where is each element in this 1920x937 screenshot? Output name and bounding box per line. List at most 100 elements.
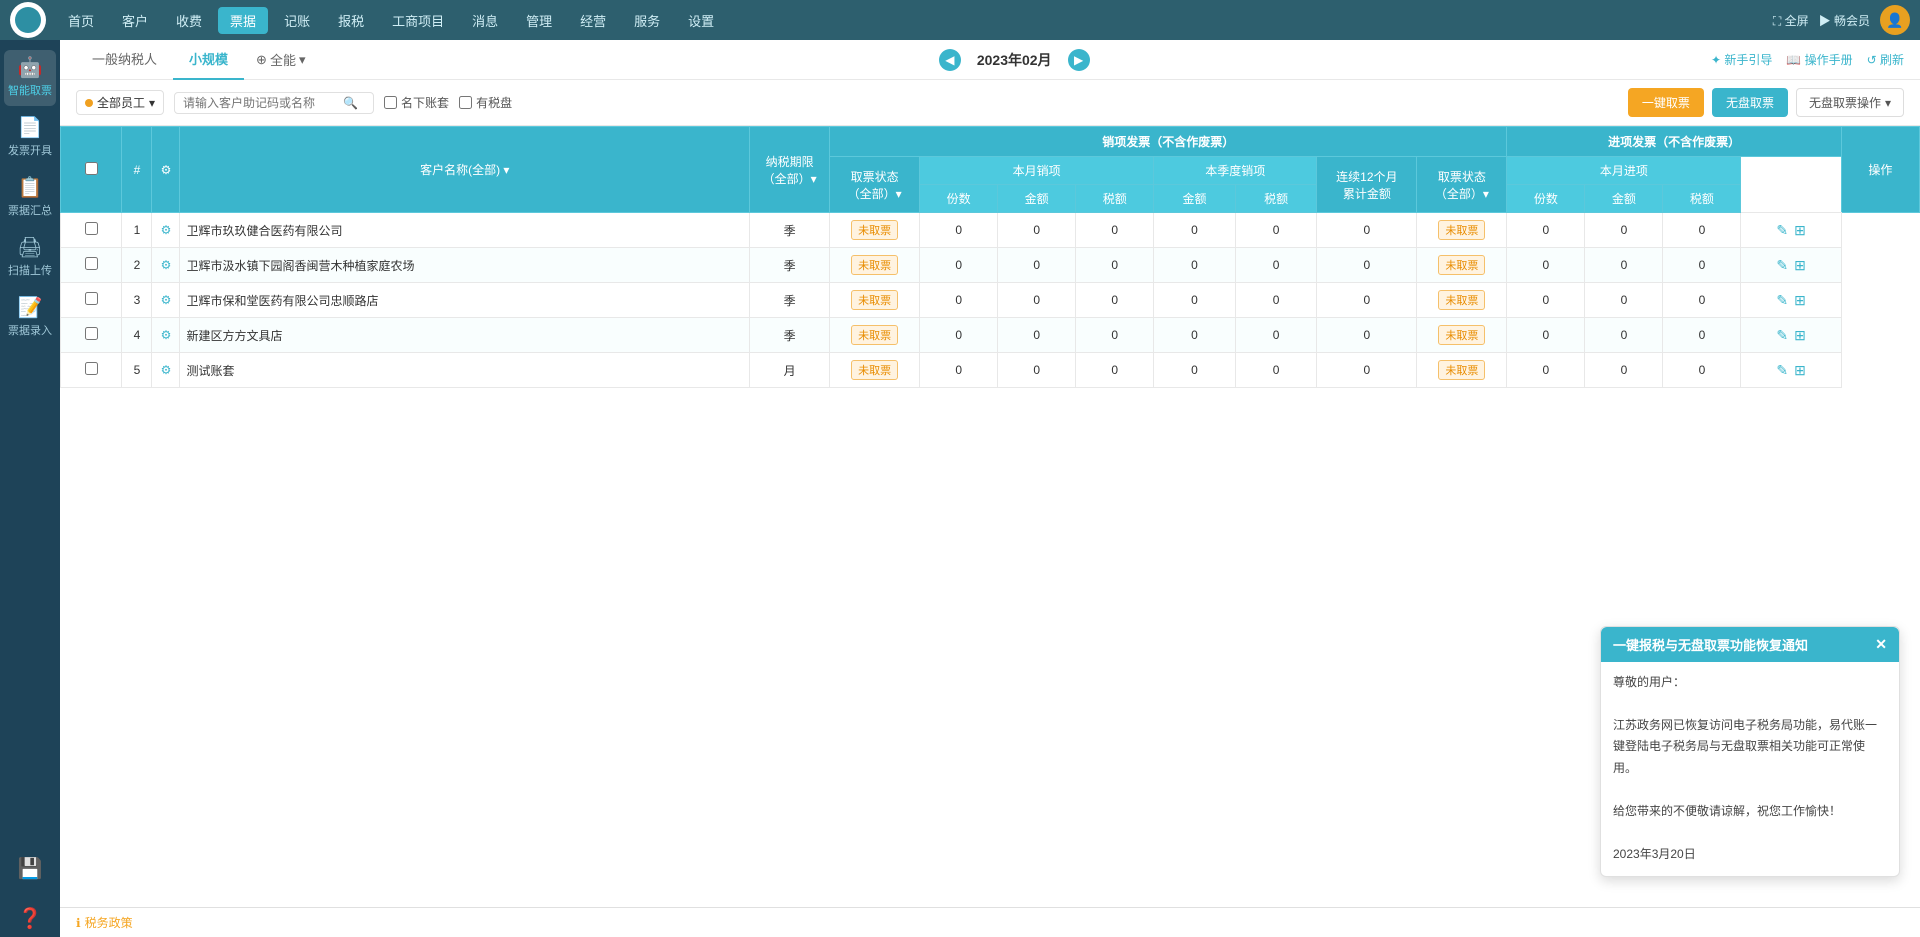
taxpayer-tab-bar: 一般纳税人 小规模 ⊕ 全能 ▾ ◀ 2023年02月 ▶ ✦ 新手引导 📖 操… — [60, 40, 1920, 80]
search-input[interactable] — [183, 96, 343, 110]
has-disk-checkbox[interactable] — [459, 96, 472, 109]
edit-icon[interactable]: ✎ — [1776, 362, 1788, 379]
row-purchase-m-tax: 0 — [1663, 213, 1741, 248]
row-actions: ✎ ⊞ — [1741, 318, 1841, 353]
row-no: 5 — [122, 353, 152, 388]
row-sale-m-count: 0 — [920, 248, 998, 283]
view-icon[interactable]: ⊞ — [1794, 362, 1806, 379]
nav-account[interactable]: 记账 — [272, 7, 322, 34]
nav-message[interactable]: 消息 — [460, 7, 510, 34]
new-guide-btn[interactable]: ✦ 新手引导 — [1711, 51, 1772, 68]
view-icon[interactable]: ⊞ — [1794, 327, 1806, 344]
th-sale-m-amount: 金额 — [998, 185, 1076, 213]
row-checkbox[interactable] — [61, 213, 122, 248]
table-row: 4 ⚙ 新建区方方文具店 季 未取票 0 0 0 0 0 0 未取票 0 0 0… — [61, 318, 1920, 353]
fullscreen-btn[interactable]: ⛶ 全屏 — [1773, 12, 1809, 29]
no-disk-ops-btn[interactable]: 无盘取票操作 ▾ — [1796, 88, 1904, 117]
row-sale-m-tax: 0 — [1076, 318, 1154, 353]
nav-items: 首页 客户 收费 票据 记账 报税 工商项目 消息 管理 经营 服务 设置 — [56, 7, 1773, 34]
row-settings[interactable]: ⚙ — [152, 283, 180, 318]
sidebar-item-invoice-issue[interactable]: 📄 发票开具 — [4, 110, 56, 166]
nav-settings[interactable]: 设置 — [676, 7, 726, 34]
avatar[interactable]: 👤 — [1880, 5, 1910, 35]
row-sale-q-tax: 0 — [1235, 283, 1317, 318]
edit-icon[interactable]: ✎ — [1776, 257, 1788, 274]
nav-tax[interactable]: 报税 — [326, 7, 376, 34]
summary-icon: 📋 — [18, 178, 43, 198]
row-sale-status: 未取票 — [830, 213, 920, 248]
row-checkbox[interactable] — [61, 353, 122, 388]
sidebar-item-scan[interactable]: 🖨 扫描上传 — [4, 230, 56, 286]
th-purchase-group: 进项发票（不含作废票） — [1507, 127, 1842, 157]
sidebar-item-help[interactable]: ❓ — [4, 901, 56, 937]
my-accounts-checkbox[interactable] — [384, 96, 397, 109]
th-purchase-status[interactable]: 取票状态（全部）▾ — [1417, 157, 1507, 213]
row-purchase-m-tax: 0 — [1663, 353, 1741, 388]
employee-select[interactable]: 全部员工 ▾ — [76, 90, 164, 115]
edit-icon[interactable]: ✎ — [1776, 222, 1788, 239]
row-settings[interactable]: ⚙ — [152, 318, 180, 353]
tab-all[interactable]: ⊕ 全能 ▾ — [244, 40, 317, 79]
view-icon[interactable]: ⊞ — [1794, 257, 1806, 274]
sidebar-item-smart-fetch[interactable]: 🤖 智能取票 — [4, 50, 56, 106]
row-no: 4 — [122, 318, 152, 353]
row-sale-12m: 0 — [1317, 248, 1417, 283]
nav-business[interactable]: 工商项目 — [380, 7, 456, 34]
th-purchase-m-count: 份数 — [1507, 185, 1585, 213]
sidebar-item-download[interactable]: 💾 — [4, 851, 56, 887]
view-icon[interactable]: ⊞ — [1794, 222, 1806, 239]
sidebar-item-summary[interactable]: 📋 票据汇总 — [4, 170, 56, 226]
member-btn[interactable]: ▶ 畅会员 — [1819, 12, 1870, 29]
row-no: 1 — [122, 213, 152, 248]
row-actions: ✎ ⊞ — [1741, 248, 1841, 283]
search-icon[interactable]: 🔍 — [343, 96, 358, 110]
row-checkbox[interactable] — [61, 283, 122, 318]
row-sale-m-tax: 0 — [1076, 353, 1154, 388]
edit-icon[interactable]: ✎ — [1776, 327, 1788, 344]
row-settings[interactable]: ⚙ — [152, 213, 180, 248]
th-sale-group: 销项发票（不含作废票） — [830, 127, 1507, 157]
period-next-btn[interactable]: ▶ — [1068, 49, 1090, 71]
period-prev-btn[interactable]: ◀ — [939, 49, 961, 71]
edit-icon[interactable]: ✎ — [1776, 292, 1788, 309]
row-checkbox[interactable] — [61, 248, 122, 283]
row-settings[interactable]: ⚙ — [152, 248, 180, 283]
th-sale-status[interactable]: 取票状态（全部）▾ — [830, 157, 920, 213]
nav-fee[interactable]: 收费 — [164, 7, 214, 34]
th-sale-q-tax: 税额 — [1235, 185, 1317, 213]
row-sale-status: 未取票 — [830, 353, 920, 388]
tax-policy-link[interactable]: ℹ 税务政策 — [76, 914, 133, 931]
no-disk-fetch-btn[interactable]: 无盘取票 — [1712, 88, 1788, 117]
tab-small-scale[interactable]: 小规模 — [173, 40, 244, 80]
row-tax-period: 季 — [750, 213, 830, 248]
row-purchase-m-amount: 0 — [1585, 283, 1663, 318]
refresh-btn[interactable]: ↺ 刷新 — [1867, 51, 1904, 68]
sidebar-item-entry[interactable]: 📝 票据录入 — [4, 290, 56, 346]
row-checkbox[interactable] — [61, 318, 122, 353]
th-purchase-m-amount: 金额 — [1585, 185, 1663, 213]
select-all-checkbox[interactable] — [85, 162, 98, 175]
one-click-fetch-btn[interactable]: 一键取票 — [1628, 88, 1704, 117]
row-sale-q-amount: 0 — [1154, 318, 1236, 353]
nav-home[interactable]: 首页 — [56, 7, 106, 34]
filter-bar-right: 一键取票 无盘取票 无盘取票操作 ▾ — [1628, 88, 1904, 117]
tab-all-chevron: ▾ — [299, 52, 306, 68]
row-sale-m-amount: 0 — [998, 283, 1076, 318]
nav-service[interactable]: 服务 — [622, 7, 672, 34]
checkbox-my-accounts[interactable]: 名下账套 — [384, 94, 449, 111]
notification-close-btn[interactable]: ✕ — [1875, 636, 1887, 653]
nav-operation[interactable]: 经营 — [568, 7, 618, 34]
checkbox-has-disk[interactable]: 有税盘 — [459, 94, 512, 111]
row-sale-q-tax: 0 — [1235, 213, 1317, 248]
nav-manage[interactable]: 管理 — [514, 7, 564, 34]
row-sale-12m: 0 — [1317, 318, 1417, 353]
th-tax-period[interactable]: 纳税期限（全部）▾ — [750, 127, 830, 213]
manual-btn[interactable]: 📖 操作手册 — [1786, 51, 1852, 68]
th-customer[interactable]: 客户名称(全部) ▾ — [180, 127, 750, 213]
row-customer: 卫辉市汲水镇下园阁香闽营木种植家庭农场 — [180, 248, 750, 283]
nav-invoice[interactable]: 票据 — [218, 7, 268, 34]
view-icon[interactable]: ⊞ — [1794, 292, 1806, 309]
row-settings[interactable]: ⚙ — [152, 353, 180, 388]
nav-customer[interactable]: 客户 — [110, 7, 160, 34]
tab-general-taxpayer[interactable]: 一般纳税人 — [76, 40, 173, 80]
